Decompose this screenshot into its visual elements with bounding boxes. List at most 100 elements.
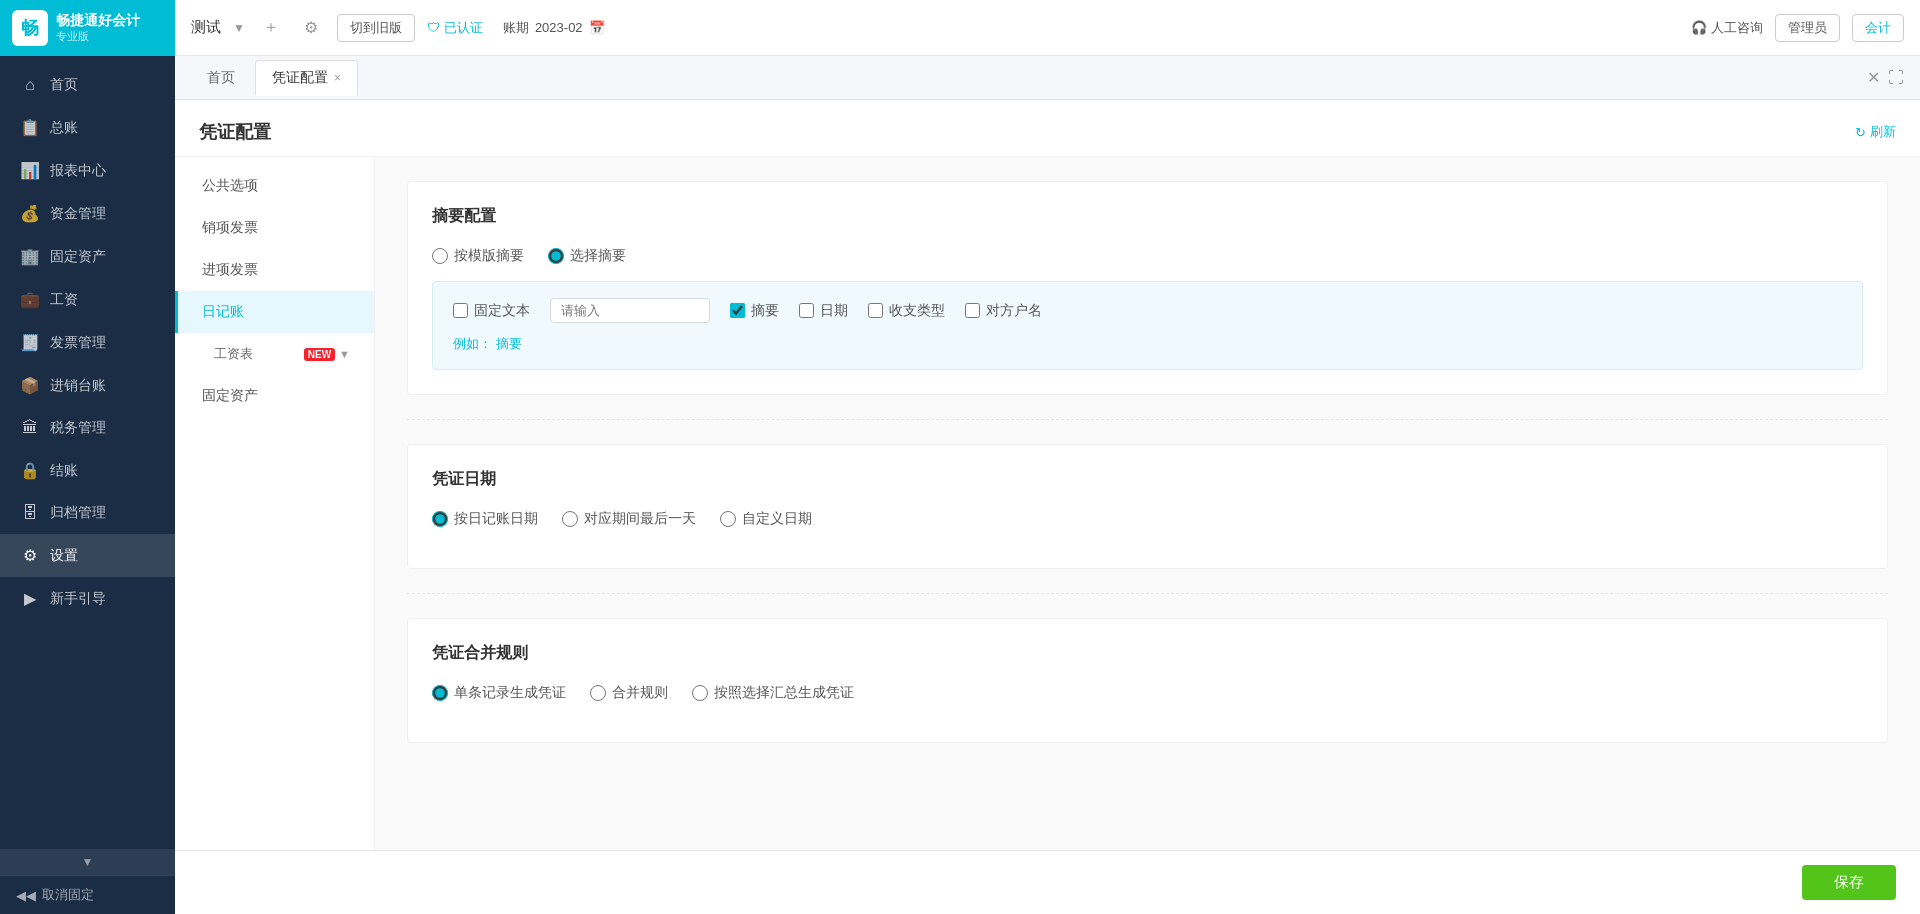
sidebar-item-label: 归档管理: [50, 504, 106, 522]
left-menu: 公共选项 销项发票 进项发票 日记账 工资表 NEW ▼ 固定资产: [175, 157, 375, 850]
radio-diary-date[interactable]: 按日记账日期: [432, 510, 538, 528]
admin-button[interactable]: 管理员: [1775, 14, 1840, 42]
checkbox-counterpart-label: 对方户名: [986, 302, 1042, 320]
accountant-button[interactable]: 会计: [1852, 14, 1904, 42]
funds-icon: 💰: [20, 204, 40, 223]
summary-radio-group: 按模版摘要 选择摘要: [432, 247, 1863, 265]
radio-template-input[interactable]: [432, 248, 448, 264]
sidebar-item-label: 发票管理: [50, 334, 106, 352]
add-project-icon[interactable]: ＋: [257, 14, 285, 42]
radio-single-record-input[interactable]: [432, 685, 448, 701]
sidebar-item-label: 资金管理: [50, 205, 106, 223]
sidebar-item-assets[interactable]: 🏢 固定资产: [0, 235, 175, 278]
checkbox-fixed-text[interactable]: 固定文本: [453, 302, 530, 320]
sidebar-item-ledger[interactable]: 📋 总账: [0, 106, 175, 149]
tab-home-label: 首页: [207, 69, 235, 87]
radio-diary-date-input[interactable]: [432, 511, 448, 527]
sidebar-item-label: 总账: [50, 119, 78, 137]
archive-icon: 🗄: [20, 504, 40, 522]
radio-select-input[interactable]: [548, 248, 564, 264]
new-badge: NEW: [304, 348, 335, 361]
checkbox-date[interactable]: 日期: [799, 302, 848, 320]
help-button[interactable]: 🎧 人工咨询: [1691, 19, 1763, 37]
radio-single-record[interactable]: 单条记录生成凭证: [432, 684, 566, 702]
checkbox-fixed-text-input[interactable]: [453, 303, 468, 318]
radio-last-day-input[interactable]: [562, 511, 578, 527]
checkbox-row: 固定文本 摘要 日期: [453, 298, 1842, 323]
sidebar-item-tax[interactable]: 🏛 税务管理: [0, 407, 175, 449]
app-name: 畅捷通好会计: [56, 12, 140, 29]
verified-badge: 🛡 已认证: [427, 19, 483, 37]
date-title: 凭证日期: [432, 469, 1863, 490]
radio-custom-date[interactable]: 自定义日期: [720, 510, 812, 528]
cancel-pin-button[interactable]: ◀◀ 取消固定: [0, 875, 175, 914]
checkbox-summary[interactable]: 摘要: [730, 302, 779, 320]
sidebar-item-label: 新手引导: [50, 590, 106, 608]
app-edition: 专业版: [56, 29, 140, 44]
left-menu-item-fixed-assets[interactable]: 固定资产: [175, 375, 374, 417]
checkbox-income-type-input[interactable]: [868, 303, 883, 318]
left-menu-item-diary[interactable]: 日记账: [175, 291, 374, 333]
sidebar-item-payroll[interactable]: 💼 工资: [0, 278, 175, 321]
radio-select-merge[interactable]: 按照选择汇总生成凭证: [692, 684, 854, 702]
tab-voucher-config[interactable]: 凭证配置 ×: [255, 60, 358, 96]
left-menu-item-public[interactable]: 公共选项: [175, 165, 374, 207]
merge-section: 凭证合并规则 单条记录生成凭证 合并规则: [407, 618, 1888, 743]
radio-select-merge-input[interactable]: [692, 685, 708, 701]
checkbox-summary-input[interactable]: [730, 303, 745, 318]
headset-icon: 🎧: [1691, 20, 1707, 35]
left-menu-item-purchase-invoice[interactable]: 进项发票: [175, 249, 374, 291]
sidebar-item-invoices[interactable]: 🧾 发票管理: [0, 321, 175, 364]
radio-merge-rule-input[interactable]: [590, 685, 606, 701]
checkbox-counterpart[interactable]: 对方户名: [965, 302, 1042, 320]
radio-select-label: 选择摘要: [570, 247, 626, 265]
sidebar-item-home[interactable]: ⌂ 首页: [0, 64, 175, 106]
radio-last-day[interactable]: 对应期间最后一天: [562, 510, 696, 528]
switch-old-version-button[interactable]: 切到旧版: [337, 14, 415, 42]
expand-icon[interactable]: ⛶: [1888, 69, 1904, 87]
close-window-icon[interactable]: ✕: [1867, 68, 1880, 87]
tab-close-icon[interactable]: ×: [334, 71, 341, 85]
checkbox-date-input[interactable]: [799, 303, 814, 318]
fixed-text-input[interactable]: [550, 298, 710, 323]
sidebar-item-label: 首页: [50, 76, 78, 94]
sales-icon: 📦: [20, 376, 40, 395]
checkbox-fixed-text-label: 固定文本: [474, 302, 530, 320]
left-menu-item-sales-invoice[interactable]: 销项发票: [175, 207, 374, 249]
sidebar-item-sales[interactable]: 📦 进销台账: [0, 364, 175, 407]
page-title: 凭证配置: [199, 120, 271, 144]
sidebar-item-funds[interactable]: 💰 资金管理: [0, 192, 175, 235]
refresh-button[interactable]: ↻ 刷新: [1855, 123, 1896, 141]
topbar-right: 🎧 人工咨询 管理员 会计: [1691, 14, 1904, 42]
radio-select-summary[interactable]: 选择摘要: [548, 247, 626, 265]
save-bar: 保存: [175, 850, 1920, 914]
sidebar-scroll-down[interactable]: ▼: [0, 849, 175, 875]
tab-home[interactable]: 首页: [191, 61, 251, 95]
ledger-icon: 📋: [20, 118, 40, 137]
calendar-icon[interactable]: 📅: [589, 20, 605, 35]
period-display: 账期 2023-02 📅: [503, 19, 605, 37]
radio-custom-date-input[interactable]: [720, 511, 736, 527]
project-settings-icon[interactable]: ⚙: [297, 14, 325, 42]
example-label: 例如：: [453, 336, 492, 351]
radio-template-summary[interactable]: 按模版摘要: [432, 247, 524, 265]
sidebar-item-reports[interactable]: 📊 报表中心: [0, 149, 175, 192]
sidebar-item-label: 进销台账: [50, 377, 106, 395]
section-divider-1: [407, 419, 1888, 420]
summary-section: 摘要配置 按模版摘要 选择摘要: [407, 181, 1888, 395]
checkbox-income-type-label: 收支类型: [889, 302, 945, 320]
sidebar-item-archive[interactable]: 🗄 归档管理: [0, 492, 175, 534]
sidebar-item-settings[interactable]: ⚙ 设置: [0, 534, 175, 577]
sidebar-item-guide[interactable]: ▶ 新手引导: [0, 577, 175, 620]
left-menu-item-payroll-table[interactable]: 工资表 NEW ▼: [175, 333, 374, 375]
save-button[interactable]: 保存: [1802, 865, 1896, 900]
verified-label: 已认证: [444, 19, 483, 37]
checkbox-income-type[interactable]: 收支类型: [868, 302, 945, 320]
radio-select-merge-label: 按照选择汇总生成凭证: [714, 684, 854, 702]
checkbox-counterpart-input[interactable]: [965, 303, 980, 318]
main-area: 测试 ▼ ＋ ⚙ 切到旧版 🛡 已认证 账期 2023-02 📅 🎧 人工咨询 …: [175, 0, 1920, 914]
sidebar-item-closing[interactable]: 🔒 结账: [0, 449, 175, 492]
project-dropdown-icon[interactable]: ▼: [233, 21, 245, 35]
guide-icon: ▶: [20, 589, 40, 608]
radio-merge-rule[interactable]: 合并规则: [590, 684, 668, 702]
